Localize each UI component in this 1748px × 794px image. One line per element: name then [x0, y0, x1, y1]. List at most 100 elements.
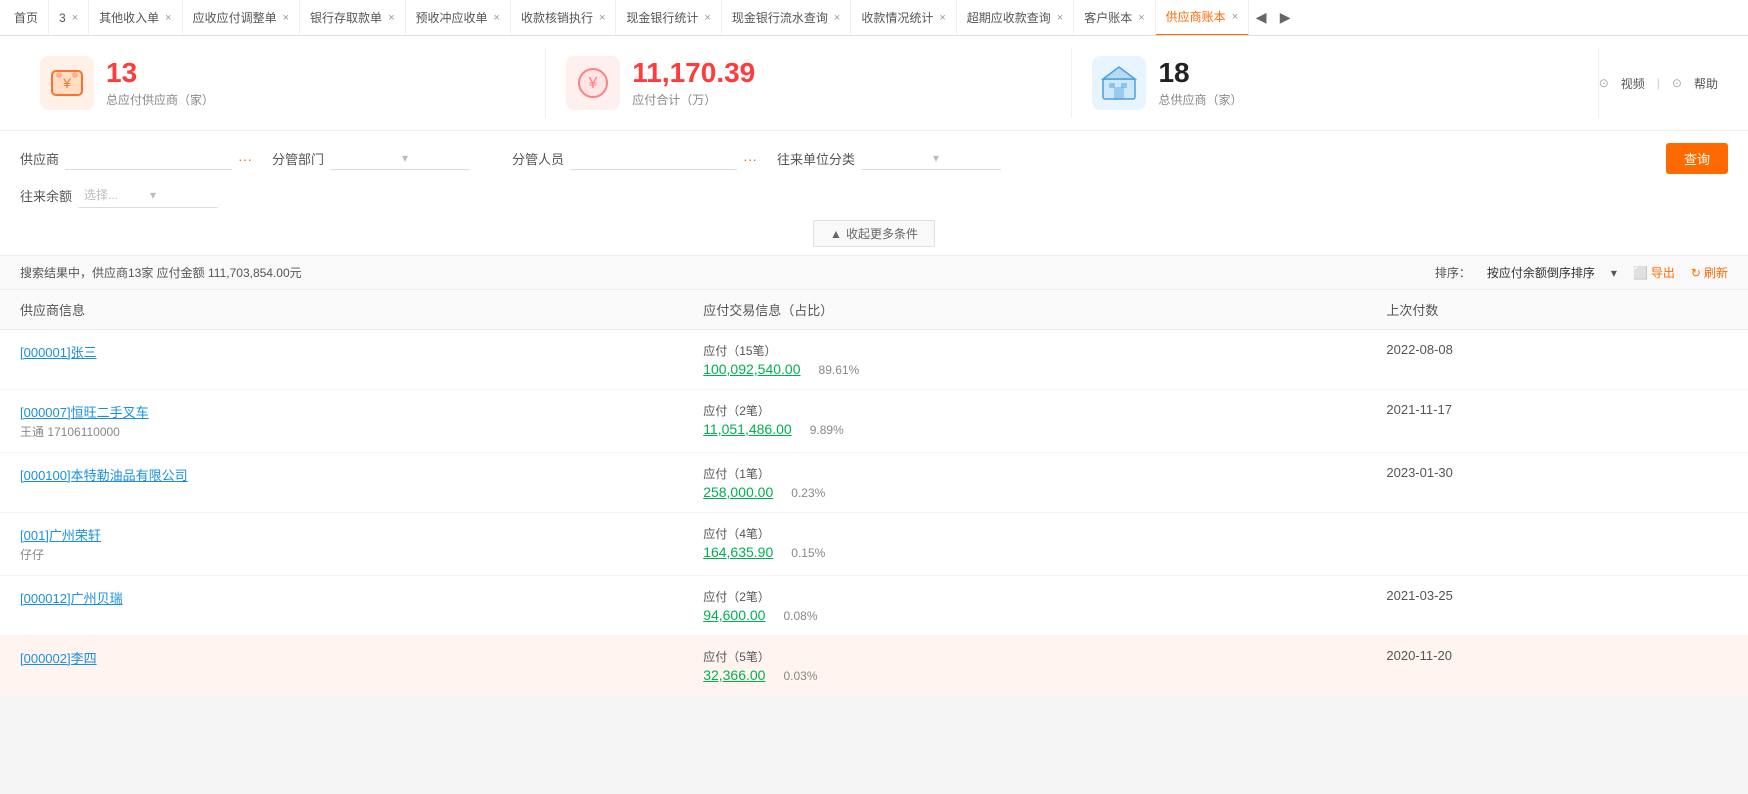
search-button[interactable]: 查询 — [1666, 143, 1728, 174]
svg-text:¥: ¥ — [62, 75, 71, 91]
nav-tab-supplier-ledger[interactable]: 供应商账本 × — [1156, 0, 1249, 36]
tx-amount[interactable]: 258,000.00 — [703, 484, 773, 500]
results-actions: 排序： 按应付余额倒序排序 ▾ ⬜ 导出 ↻ 刷新 — [1435, 264, 1728, 281]
dept-filter-label: 分管部门 — [272, 149, 324, 168]
close-icon[interactable]: × — [1057, 12, 1063, 24]
nav-next-arrow[interactable]: ▶ — [1273, 0, 1297, 36]
nav-tab-other-income[interactable]: 其他收入单 × — [89, 0, 182, 36]
tx-amount[interactable]: 164,635.90 — [703, 544, 773, 560]
filter-category: 往来单位分类 ▾ — [777, 147, 1001, 170]
nav-tab-3[interactable]: 3 × — [49, 0, 89, 36]
nav-tab-cash-flow[interactable]: 现金银行流水查询 × — [722, 0, 851, 36]
supplier-input[interactable] — [65, 147, 232, 170]
balance-select[interactable]: 选择... ▾ — [78, 182, 218, 208]
close-icon[interactable]: × — [1138, 12, 1144, 24]
collapse-button[interactable]: ▲ 收起更多条件 — [813, 220, 935, 247]
tx-row: 100,092,540.0089.61% — [703, 359, 1386, 377]
nav-tab-overdue[interactable]: 超期应收款查询 × — [957, 0, 1074, 36]
nav-tab-adjustment[interactable]: 应收应付调整单 × — [183, 0, 300, 36]
nav-tab-cash-stat[interactable]: 现金银行统计 × — [616, 0, 721, 36]
person-input[interactable] — [570, 147, 737, 170]
stat-payable-label: 总应付供应商（家） — [106, 91, 214, 108]
refresh-button[interactable]: ↻ 刷新 — [1691, 264, 1728, 281]
person-dots[interactable]: ··· — [743, 151, 757, 167]
nav-tab-prepay-label: 预收冲应收单 — [416, 9, 488, 26]
tx-row: 258,000.00 0.23% — [703, 482, 1386, 500]
nav-tab-home[interactable]: 首页 — [4, 0, 49, 36]
nav-tab-home-label: 首页 — [14, 9, 38, 26]
filter-supplier: 供应商 ··· — [20, 147, 252, 170]
tx-label: 应付（2笔） — [703, 588, 1386, 605]
close-icon[interactable]: × — [494, 12, 500, 24]
close-icon[interactable]: × — [1232, 11, 1238, 23]
nav-tab-collection-label: 收款核销执行 — [521, 9, 593, 26]
close-icon[interactable]: × — [388, 12, 394, 24]
close-icon[interactable]: × — [834, 12, 840, 24]
stat-payable-suppliers: ¥ 13 总应付供应商（家） — [20, 48, 546, 118]
supplier-table: 供应商信息 应付交易信息（占比） 上次付数 [000001]张三应付（15笔）1… — [0, 290, 1748, 696]
tx-amount[interactable]: 11,051,486.00 — [703, 421, 792, 437]
results-bar: 搜索结果中，供应商13家 应付金额 111,703,854.00元 排序： 按应… — [0, 256, 1748, 290]
nav-prev-arrow[interactable]: ◀ — [1249, 0, 1273, 36]
dept-select[interactable]: ▾ — [330, 147, 470, 170]
nav-tab-collection-stat[interactable]: 收款情况统计 × — [851, 0, 956, 36]
table-row: [000100]本特勒油品有限公司应付（1笔）258,000.000.23%20… — [0, 453, 1748, 513]
collapse-arrow-icon: ▲ — [830, 227, 842, 241]
supplier-info-cell: [000007]恒旺二手叉车王通 17106110000 — [20, 402, 703, 440]
tx-percentage: 0.23% — [791, 486, 825, 500]
supplier-info-cell: [000002]李四 — [20, 648, 703, 667]
filter-person: 分管人员 ··· — [512, 147, 757, 170]
filter-dept: 分管部门 ▾ — [272, 147, 492, 170]
category-select[interactable]: ▾ — [861, 147, 1001, 170]
table-row: [000007]恒旺二手叉车王通 17106110000应付（2笔）11,051… — [0, 390, 1748, 453]
nav-tab-adjustment-label: 应收应付调整单 — [193, 9, 277, 26]
nav-tab-cash-flow-label: 现金银行流水查询 — [732, 9, 828, 26]
supplier-name-link[interactable]: [000012]广州贝瑞 — [20, 588, 703, 607]
close-icon[interactable]: × — [72, 12, 78, 24]
tx-info-cell: 应付（1笔）258,000.000.23% — [703, 465, 1386, 500]
supplier-name-link[interactable]: [001]广州荣轩 — [20, 525, 703, 544]
last-pay-cell: 2023-01-30 — [1386, 465, 1728, 480]
stat-total-text: 11,170.39 应付合计（万） — [632, 58, 755, 108]
chevron-down-icon[interactable]: ▾ — [1611, 266, 1617, 280]
tx-percentage: 0.15% — [791, 546, 825, 560]
export-button[interactable]: ⬜ 导出 — [1633, 264, 1675, 281]
close-icon[interactable]: × — [599, 12, 605, 24]
help-link[interactable]: 帮助 — [1694, 75, 1718, 92]
supplier-dots[interactable]: ··· — [238, 151, 252, 167]
supplier-icon — [1092, 56, 1146, 110]
stat-supplier-label: 总供应商（家） — [1158, 91, 1242, 108]
supplier-contact: 王通 17106110000 — [20, 423, 703, 440]
last-pay-date: 2020-11-20 — [1386, 648, 1728, 663]
tx-info-cell: 应付（5笔）32,366.000.03% — [703, 648, 1386, 683]
supplier-name-link[interactable]: [000001]张三 — [20, 342, 703, 361]
close-icon[interactable]: × — [939, 12, 945, 24]
close-icon[interactable]: × — [704, 12, 710, 24]
balance-filter-label: 往来余额 — [20, 186, 72, 205]
close-icon[interactable]: × — [283, 12, 289, 24]
tx-row: 11,051,486.009.89% — [703, 419, 1386, 437]
nav-tab-collection-stat-label: 收款情况统计 — [861, 9, 933, 26]
tx-amount[interactable]: 94,600.00 — [703, 607, 765, 623]
sort-value[interactable]: 按应付余额倒序排序 — [1487, 264, 1595, 281]
last-pay-cell: 2020-11-20 — [1386, 648, 1728, 663]
close-icon[interactable]: × — [165, 12, 171, 24]
stat-total-value: 11,170.39 — [632, 58, 755, 89]
supplier-name-link[interactable]: [000100]本特勒油品有限公司 — [20, 465, 703, 484]
nav-tab-collection[interactable]: 收款核销执行 × — [511, 0, 616, 36]
tx-amount[interactable]: 32,366.00 — [703, 667, 765, 683]
tx-label: 应付（15笔） — [703, 342, 1386, 359]
nav-tab-bank[interactable]: 银行存取款单 × — [300, 0, 405, 36]
supplier-name-link[interactable]: [000007]恒旺二手叉车 — [20, 402, 703, 421]
tx-amount[interactable]: 100,092,540.00 — [703, 361, 800, 377]
export-icon: ⬜ — [1633, 266, 1648, 280]
nav-tab-overdue-label: 超期应收款查询 — [967, 9, 1051, 26]
nav-tab-prepay[interactable]: 预收冲应收单 × — [406, 0, 511, 36]
nav-tab-customer-ledger[interactable]: 客户账本 × — [1074, 0, 1155, 36]
video-link[interactable]: 视频 — [1621, 75, 1645, 92]
chevron-down-icon: ▾ — [150, 188, 212, 202]
tx-info-cell: 应付（2笔）11,051,486.009.89% — [703, 402, 1386, 437]
col-header-lastpay: 上次付数 — [1386, 300, 1728, 319]
supplier-name-link[interactable]: [000002]李四 — [20, 648, 703, 667]
nav-tab-cash-stat-label: 现金银行统计 — [626, 9, 698, 26]
